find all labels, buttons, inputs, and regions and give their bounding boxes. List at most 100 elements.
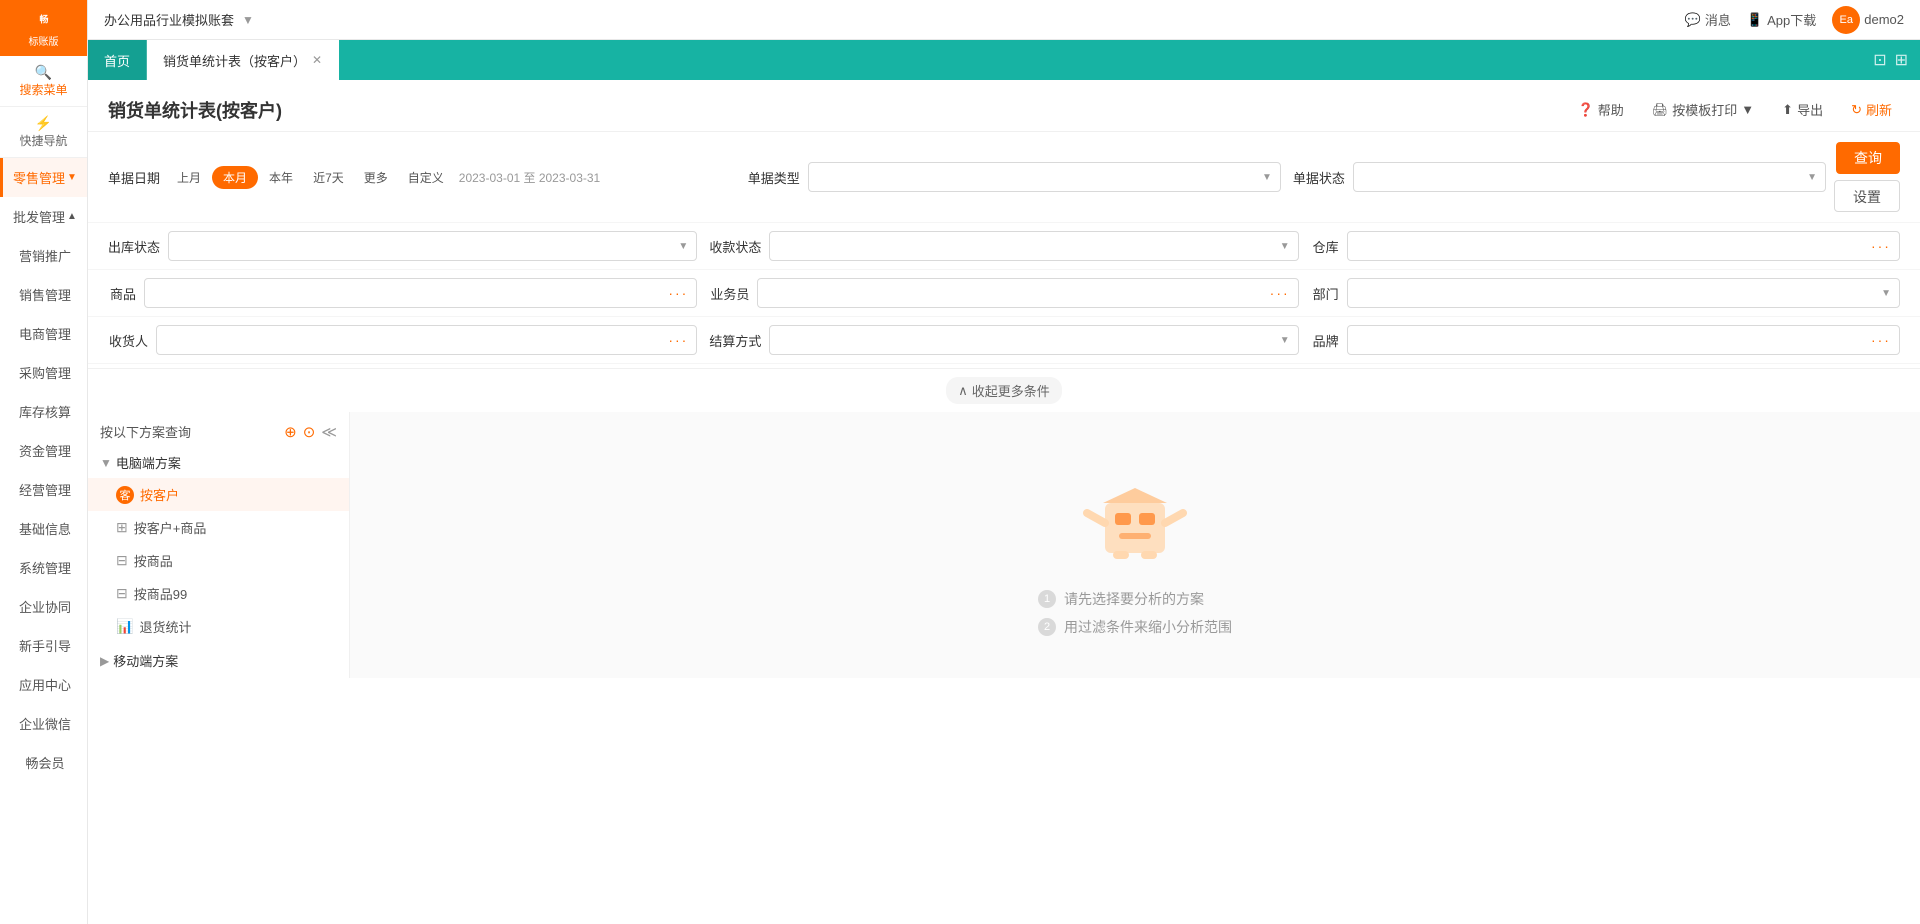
right-content: 1 请先选择要分析的方案 2 用过滤条件来缩小分析范围 [350,412,1920,678]
scheme-group-mobile-header[interactable]: ▶ 移动端方案 [88,645,349,676]
tab-home[interactable]: 首页 [88,40,147,80]
message-btn[interactable]: 💬 消息 [1685,10,1731,29]
filter-row-3: 商品 ··· 业务员 ··· 部门 ▼ [88,270,1920,317]
sidebar-item-member[interactable]: 畅会员 [0,743,87,782]
by-customer-icon: 客 [116,486,134,504]
sidebar-item-wholesale[interactable]: 批发管理 ▲ [0,197,87,236]
out-status-filter: 出库状态 ▼ [108,231,697,261]
date-last-month[interactable]: 上月 [168,166,210,189]
sidebar-item-base[interactable]: 基础信息 [0,509,87,548]
by-goods-99-label: 按商品99 [134,584,187,603]
date-this-month[interactable]: 本月 [212,166,258,189]
dept-label: 部门 [1311,284,1339,303]
type-select[interactable]: ▼ [808,162,1281,192]
mobile-group-arrow-icon: ▶ [100,654,109,668]
date-options: 上月 本月 本年 近7天 更多 自定义 2023-03-01 至 2023-03… [168,166,600,189]
sidebar: 畅 标账版 🔍 搜索菜单 ⚡ 快捷导航 零售管理 ▼ 批发管理 ▲ 营销推广 销… [0,0,88,924]
sidebar-item-operations[interactable]: 经营管理 [0,470,87,509]
tab-home-label: 首页 [104,51,130,70]
sidebar-item-ecommerce[interactable]: 电商管理 [0,314,87,353]
brand-select[interactable]: ··· [1347,325,1900,355]
left-panel-title: 按以下方案查询 [100,422,191,441]
returns-stat-label: 退货统计 [139,617,191,636]
out-status-dropdown-icon: ▼ [678,241,688,252]
out-status-select[interactable]: ▼ [168,231,697,261]
app-download-btn[interactable]: 📱 App下载 [1747,10,1816,29]
sidebar-item-purchase[interactable]: 采购管理 [0,353,87,392]
sidebar-item-system[interactable]: 系统管理 [0,548,87,587]
settings-btn[interactable]: 设置 [1834,180,1900,212]
scheme-item-by-goods-99[interactable]: ⊟ 按商品99 [88,577,349,610]
scheme-item-by-customer-goods[interactable]: ⊞ 按客户+商品 [88,511,349,544]
date-this-year[interactable]: 本年 [260,166,302,189]
message-icon: 💬 [1685,12,1701,28]
receiver-select[interactable]: ··· [156,325,697,355]
sidebar-item-retail[interactable]: 零售管理 ▼ [0,158,87,197]
download-icon: 📱 [1747,12,1763,28]
sidebar-item-wechat[interactable]: 企业微信 [0,704,87,743]
page-actions: ❓ 帮助 🖨 按模板打印 ▼ ⬆ 导出 ↻ 刷新 [1570,96,1900,123]
print-dropdown-icon: ▼ [1741,102,1754,117]
tab-close-icon[interactable]: ✕ [312,53,322,67]
edit-scheme-btn[interactable]: ⊙ [303,423,316,441]
sidebar-item-inventory[interactable]: 库存核算 [0,392,87,431]
main-area: 办公用品行业模拟账套 ▼ 💬 消息 📱 App下载 Ea demo2 首页 [88,0,1920,924]
scheme-item-returns-stat[interactable]: 📊 退货统计 [88,610,349,643]
message-label: 消息 [1705,10,1731,29]
tabbar-expand: ⊡ ⊞ [1861,50,1920,70]
staff-select[interactable]: ··· [757,278,1298,308]
date-more[interactable]: 更多 [355,166,397,189]
maximize-window-icon[interactable]: ⊞ [1895,50,1908,70]
sidebar-item-marketing[interactable]: 营销推广 [0,236,87,275]
pay-status-filter: 收款状态 ▼ [709,231,1298,261]
type-label: 单据类型 [748,168,800,187]
goods-dots-icon: ··· [668,285,688,301]
refresh-btn[interactable]: ↻ 刷新 [1843,96,1900,123]
refresh-icon: ↻ [1851,102,1862,118]
tip-text-1: 请先选择要分析的方案 [1064,589,1204,609]
user-profile-btn[interactable]: Ea demo2 [1832,6,1904,34]
staff-label: 业务员 [709,284,749,303]
empty-tip-2: 2 用过滤条件来缩小分析范围 [1038,617,1232,637]
receiver-filter: 收货人 ··· [108,325,697,355]
print-btn[interactable]: 🖨 按模板打印 ▼ [1644,96,1762,123]
by-customer-goods-icon: ⊞ [116,519,128,536]
topbar-title: 办公用品行业模拟账套 [104,10,234,29]
sidebar-item-finance[interactable]: 资金管理 [0,431,87,470]
scheme-group-desktop-header[interactable]: ▼ 电脑端方案 [88,447,349,478]
status-select[interactable]: ▼ [1353,162,1826,192]
pay-status-select[interactable]: ▼ [769,231,1298,261]
add-scheme-btn[interactable]: ⊕ [284,423,297,441]
minimize-window-icon[interactable]: ⊡ [1873,50,1886,70]
sidebar-quick-nav-label: 快捷导航 [6,132,81,149]
status-label: 单据状态 [1293,168,1345,187]
collapse-panel-btn[interactable]: ≪ [321,423,337,441]
warehouse-select[interactable]: ··· [1347,231,1900,261]
sidebar-quick-nav[interactable]: ⚡ 快捷导航 [0,107,87,158]
date-custom[interactable]: 自定义 [399,166,453,189]
sidebar-item-newbie[interactable]: 新手引导 [0,626,87,665]
help-btn[interactable]: ❓ 帮助 [1570,96,1632,123]
date-range-text: 2023-03-01 至 2023-03-31 [459,169,600,186]
payment-filter: 结算方式 ▼ [709,325,1298,355]
sidebar-item-appcenter[interactable]: 应用中心 [0,665,87,704]
query-btn[interactable]: 查询 [1836,142,1900,174]
collapse-btn[interactable]: ∧ 收起更多条件 [946,377,1062,404]
query-buttons: 查询 设置 [1826,142,1900,212]
tab-sales-stat[interactable]: 销货单统计表（按客户） ✕ [147,40,339,80]
date-last-7days[interactable]: 近7天 [304,166,353,189]
payment-select[interactable]: ▼ [769,325,1298,355]
left-panel: 按以下方案查询 ⊕ ⊙ ≪ ▼ 电脑端方案 客 按客户 [88,412,350,678]
scheme-item-by-goods[interactable]: ⊟ 按商品 [88,544,349,577]
sidebar-item-sales[interactable]: 销售管理 [0,275,87,314]
topbar: 办公用品行业模拟账套 ▼ 💬 消息 📱 App下载 Ea demo2 [88,0,1920,40]
dept-select[interactable]: ▼ [1347,278,1900,308]
sidebar-item-cooperation[interactable]: 企业协同 [0,587,87,626]
sidebar-search-btn[interactable]: 🔍 搜索菜单 [0,56,87,107]
scheme-item-by-customer[interactable]: 客 按客户 [88,478,349,511]
page-header: 销货单统计表(按客户) ❓ 帮助 🖨 按模板打印 ▼ ⬆ 导出 ↻ 刷新 [88,80,1920,132]
retail-arrow-icon: ▼ [67,172,77,183]
goods-select[interactable]: ··· [144,278,697,308]
export-btn[interactable]: ⬆ 导出 [1774,96,1831,123]
export-icon: ⬆ [1782,102,1793,118]
